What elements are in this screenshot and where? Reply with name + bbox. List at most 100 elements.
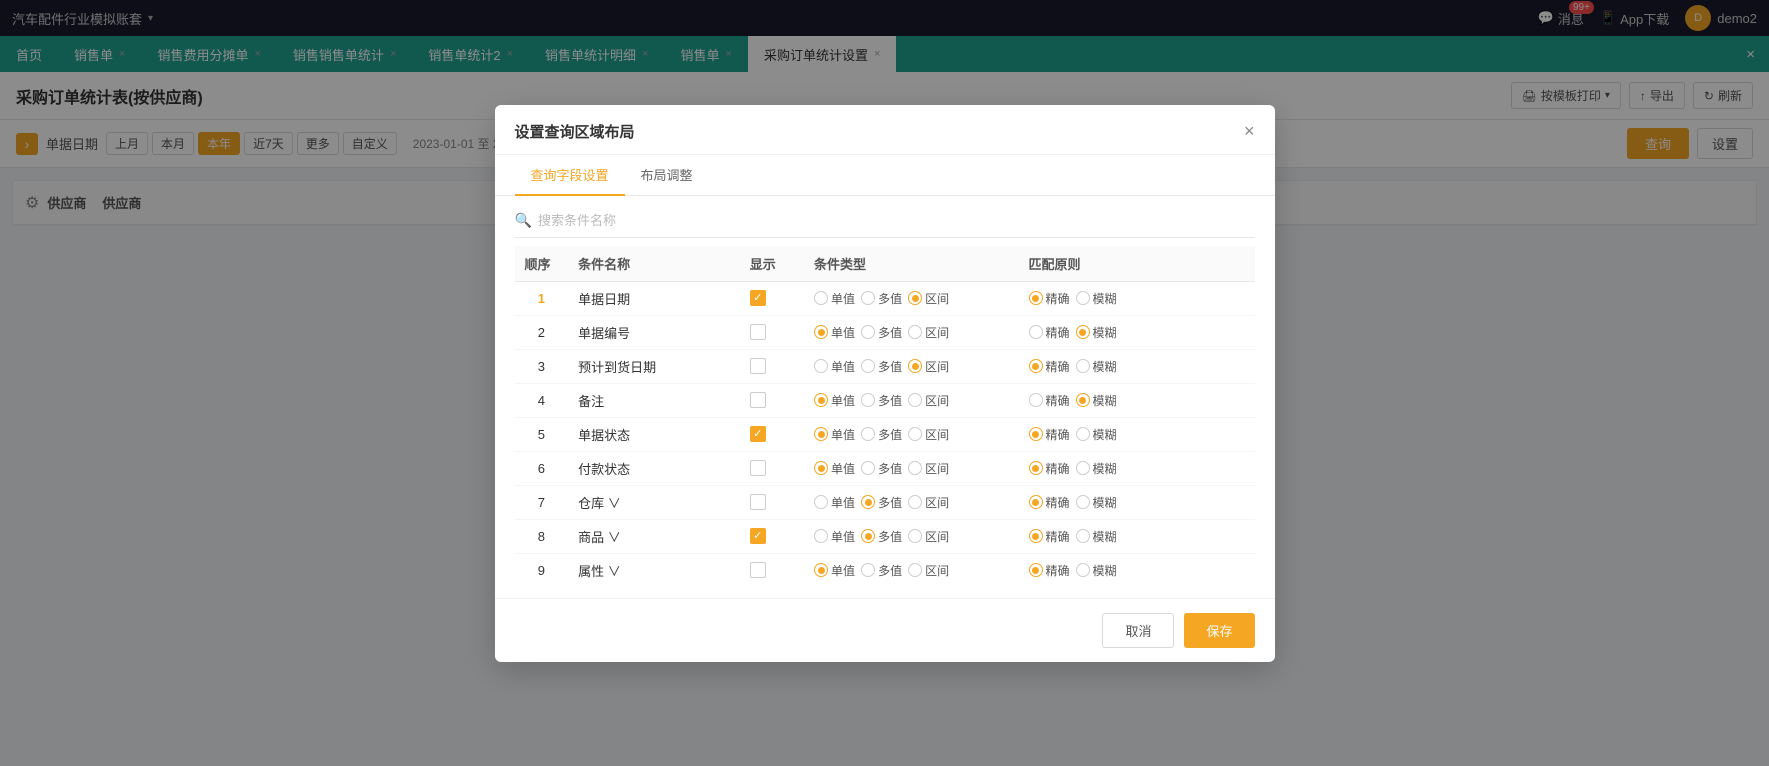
match-radio-item[interactable]: 精确 [1029,528,1070,545]
radio-circle-icon [908,461,922,475]
type-radio-item[interactable]: 区间 [908,426,949,443]
radio-circle-icon [908,359,922,373]
type-radio-item[interactable]: 单值 [814,290,855,307]
cell-name: 商品 ∨ [568,519,740,553]
match-radio-item[interactable]: 精确 [1029,324,1070,341]
table-row: 6付款状态单值多值区间精确模糊 [515,451,1255,485]
match-radio-item[interactable]: 模糊 [1076,460,1117,477]
radio-circle-icon [1076,563,1090,577]
type-radio-item[interactable]: 多值 [861,392,902,409]
save-button[interactable]: 保存 [1184,613,1254,648]
table-row: 8商品 ∨单值多值区间精确模糊 [515,519,1255,553]
show-checkbox[interactable] [750,358,766,374]
cell-show[interactable] [740,315,804,349]
type-radio-item[interactable]: 单值 [814,460,855,477]
th-match: 匹配原则 [1019,246,1255,282]
table-row: 5单据状态单值多值区间精确模糊 [515,417,1255,451]
match-radio-item[interactable]: 模糊 [1076,494,1117,511]
type-radio-item[interactable]: 单值 [814,426,855,443]
cell-show[interactable] [740,417,804,451]
match-radio-item[interactable]: 精确 [1029,392,1070,409]
dialog-tab-query[interactable]: 查询字段设置 [515,155,625,196]
type-radio-item[interactable]: 多值 [861,290,902,307]
radio-circle-icon [861,393,875,407]
cell-show[interactable] [740,485,804,519]
match-radio-item[interactable]: 精确 [1029,358,1070,375]
cell-order: 7 [515,485,569,519]
cell-show[interactable] [740,519,804,553]
radio-circle-icon [1029,563,1043,577]
cancel-button[interactable]: 取消 [1102,613,1174,648]
cell-name: 单据日期 [568,281,740,315]
radio-circle-icon [861,529,875,543]
show-checkbox[interactable] [750,528,766,544]
type-radio-item[interactable]: 多值 [861,426,902,443]
type-radio-item[interactable]: 区间 [908,528,949,545]
cell-show[interactable] [740,349,804,383]
show-checkbox[interactable] [750,392,766,408]
type-radio-item[interactable]: 单值 [814,324,855,341]
match-radio-item[interactable]: 精确 [1029,460,1070,477]
show-checkbox[interactable] [750,290,766,306]
cell-type: 单值多值区间 [804,383,1018,417]
match-radio-item[interactable]: 模糊 [1076,426,1117,443]
cell-type: 单值多值区间 [804,281,1018,315]
show-checkbox[interactable] [750,494,766,510]
dialog-close-button[interactable]: × [1244,122,1255,140]
radio-circle-icon [1076,529,1090,543]
type-radio-item[interactable]: 区间 [908,392,949,409]
type-radio-item[interactable]: 单值 [814,392,855,409]
show-checkbox[interactable] [750,426,766,442]
type-radio-item[interactable]: 多值 [861,494,902,511]
match-radio-item[interactable]: 模糊 [1076,528,1117,545]
type-radio-item[interactable]: 单值 [814,562,855,579]
radio-circle-icon [1029,461,1043,475]
type-radio-item[interactable]: 区间 [908,324,949,341]
radio-circle-icon [1029,359,1043,373]
type-radio-item[interactable]: 多值 [861,358,902,375]
type-radio-item[interactable]: 单值 [814,358,855,375]
radio-circle-icon [908,325,922,339]
type-radio-item[interactable]: 区间 [908,494,949,511]
cell-type: 单值多值区间 [804,485,1018,519]
cell-name: 付款状态 [568,451,740,485]
match-radio-item[interactable]: 模糊 [1076,358,1117,375]
show-checkbox[interactable] [750,460,766,476]
table-row: 3预计到货日期单值多值区间精确模糊 [515,349,1255,383]
cell-show[interactable] [740,281,804,315]
type-radio-item[interactable]: 多值 [861,460,902,477]
show-checkbox[interactable] [750,562,766,578]
table-row: 7仓库 ∨单值多值区间精确模糊 [515,485,1255,519]
show-checkbox[interactable] [750,324,766,340]
cell-order: 3 [515,349,569,383]
match-radio-item[interactable]: 精确 [1029,426,1070,443]
cell-type: 单值多值区间 [804,451,1018,485]
cell-show[interactable] [740,451,804,485]
type-radio-item[interactable]: 区间 [908,358,949,375]
type-radio-item[interactable]: 区间 [908,460,949,477]
type-radio-item[interactable]: 多值 [861,528,902,545]
table-row: 2单据编号单值多值区间精确模糊 [515,315,1255,349]
cell-show[interactable] [740,553,804,586]
cell-match: 精确模糊 [1019,281,1255,315]
fields-table-scroll[interactable]: 顺序 条件名称 显示 条件类型 匹配原则 1单据日期单值多值区间精确模糊2单据编… [515,246,1255,586]
match-radio-item[interactable]: 精确 [1029,562,1070,579]
match-radio-item[interactable]: 模糊 [1076,392,1117,409]
cell-show[interactable] [740,383,804,417]
dialog-tab-layout[interactable]: 布局调整 [625,155,709,196]
type-radio-item[interactable]: 单值 [814,528,855,545]
match-radio-item[interactable]: 模糊 [1076,324,1117,341]
cell-name: 单据编号 [568,315,740,349]
search-input[interactable] [538,213,738,228]
match-radio-item[interactable]: 模糊 [1076,290,1117,307]
radio-circle-icon [861,427,875,441]
match-radio-item[interactable]: 模糊 [1076,562,1117,579]
match-radio-item[interactable]: 精确 [1029,290,1070,307]
type-radio-item[interactable]: 区间 [908,290,949,307]
type-radio-item[interactable]: 单值 [814,494,855,511]
type-radio-item[interactable]: 区间 [908,562,949,579]
type-radio-item[interactable]: 多值 [861,562,902,579]
radio-circle-icon [861,359,875,373]
type-radio-item[interactable]: 多值 [861,324,902,341]
match-radio-item[interactable]: 精确 [1029,494,1070,511]
